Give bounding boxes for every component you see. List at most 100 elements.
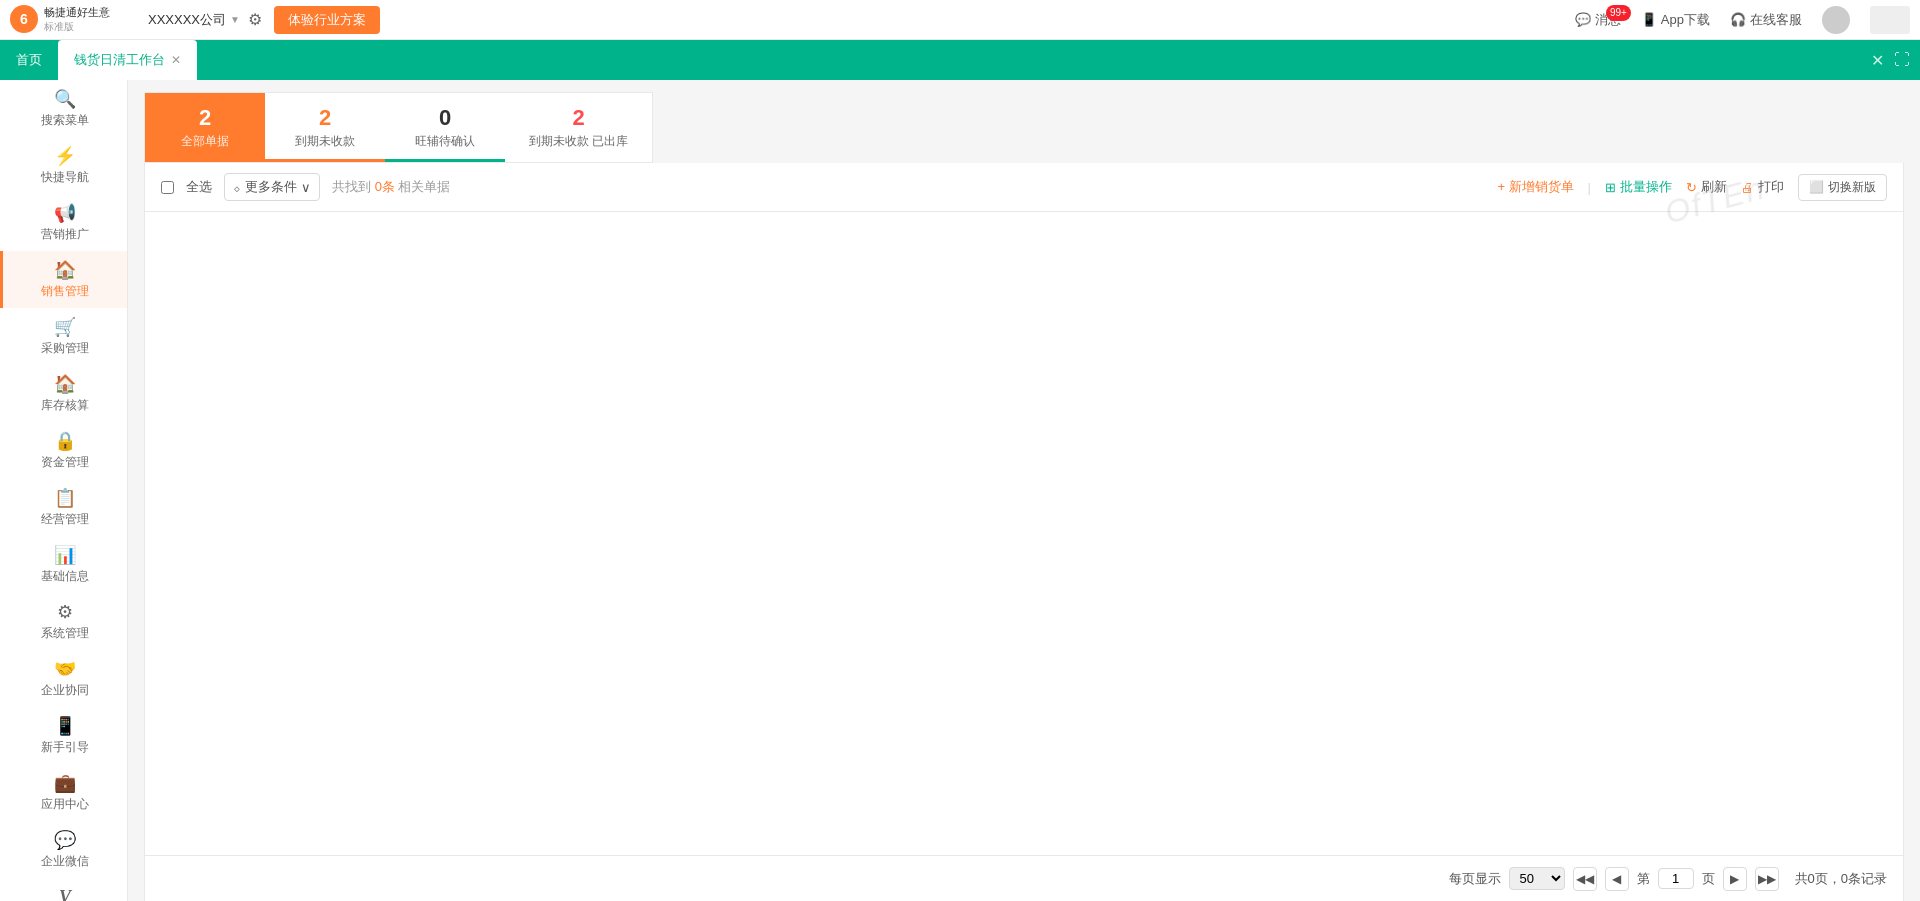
sidebar-item-finance[interactable]: 🔒 资金管理 bbox=[0, 422, 127, 479]
app-center-icon: 💼 bbox=[54, 774, 76, 792]
company-name: XXXXXX公司 bbox=[148, 11, 226, 29]
sidebar-item-search[interactable]: 🔍 搜索菜单 bbox=[0, 80, 127, 137]
filter-label: 更多条件 bbox=[245, 178, 297, 196]
basic-icon: 📊 bbox=[54, 546, 76, 564]
online-service-btn[interactable]: 🎧 在线客服 bbox=[1730, 11, 1802, 29]
sidebar-search-label: 搜索菜单 bbox=[41, 112, 89, 129]
message-btn[interactable]: 💬 消息 99+ bbox=[1575, 11, 1621, 29]
stat-overdue-label: 到期未收款 bbox=[289, 133, 361, 150]
total-records: 共0页，0条记录 bbox=[1795, 870, 1887, 888]
sidebar-app-center-label: 应用中心 bbox=[41, 796, 89, 813]
per-page-select[interactable]: 50 100 200 bbox=[1509, 867, 1565, 890]
tab-maximize-icon[interactable]: ⛶ bbox=[1894, 51, 1910, 69]
guide-icon: 📱 bbox=[54, 717, 76, 735]
page-input[interactable] bbox=[1658, 868, 1694, 889]
user-info[interactable] bbox=[1870, 6, 1910, 34]
settings-icon[interactable]: ⚙ bbox=[248, 10, 262, 29]
next-page-button[interactable]: ▶ bbox=[1723, 867, 1747, 891]
last-page-button[interactable]: ▶▶ bbox=[1755, 867, 1779, 891]
sidebar-item-member[interactable]: V 畅会员 bbox=[0, 878, 127, 901]
filter-button[interactable]: ⬦ 更多条件 ∨ bbox=[224, 173, 320, 201]
stat-tab-overdue-shipped[interactable]: 2 到期未收款 已出库 bbox=[505, 93, 652, 162]
app-download-label: App下载 bbox=[1661, 11, 1710, 29]
sidebar-item-app-center[interactable]: 💼 应用中心 bbox=[0, 764, 127, 821]
sidebar-item-enterprise[interactable]: 🤝 企业协同 bbox=[0, 650, 127, 707]
operation-icon: 📋 bbox=[54, 489, 76, 507]
tab-work[interactable]: 钱货日清工作台 ✕ bbox=[58, 40, 197, 80]
sidebar-guide-label: 新手引导 bbox=[41, 739, 89, 756]
toolbar-right: + 新增销货单 | ⊞ 批量操作 ↻ 刷新 🖨 打印 ⬜ 切换新版 bbox=[1497, 174, 1887, 201]
system-icon: ⚙ bbox=[57, 603, 73, 621]
batch-op-button[interactable]: ⊞ 批量操作 bbox=[1605, 178, 1672, 196]
sidebar-system-label: 系统管理 bbox=[41, 625, 89, 642]
sidebar-enterprise-label: 企业协同 bbox=[41, 682, 89, 699]
stat-all-num: 2 bbox=[169, 105, 241, 131]
tab-minimize-icon[interactable]: ✕ bbox=[1871, 51, 1884, 70]
app-logo-icon: 6 bbox=[10, 5, 38, 33]
message-badge: 99+ bbox=[1606, 5, 1631, 21]
tab-close-icon[interactable]: ✕ bbox=[171, 53, 181, 67]
page-suffix: 页 bbox=[1702, 870, 1715, 888]
page-label: 第 bbox=[1637, 870, 1650, 888]
sidebar-item-basic[interactable]: 📊 基础信息 bbox=[0, 536, 127, 593]
stat-overdue-shipped-label: 到期未收款 已出库 bbox=[529, 133, 628, 150]
tab-bar: 首页 钱货日清工作台 ✕ ✕ ⛶ bbox=[0, 40, 1920, 80]
new-sale-button[interactable]: + 新增销货单 bbox=[1497, 178, 1573, 196]
sidebar-item-weixin[interactable]: 💬 企业微信 bbox=[0, 821, 127, 878]
select-all-label: 全选 bbox=[186, 178, 212, 196]
sidebar-item-inventory[interactable]: 🏠 库存核算 bbox=[0, 365, 127, 422]
select-all-checkbox[interactable] bbox=[161, 181, 174, 194]
pagination: 每页显示 50 100 200 ◀◀ ◀ 第 页 ▶ ▶▶ 共0页，0条记录 bbox=[144, 855, 1904, 901]
print-button[interactable]: 🖨 打印 bbox=[1741, 178, 1784, 196]
stat-tab-overdue[interactable]: 2 到期未收款 bbox=[265, 93, 385, 162]
stat-overdue-underline bbox=[265, 159, 385, 162]
app-download-btn[interactable]: 📱 App下载 bbox=[1641, 11, 1710, 29]
quick-nav-icon: ⚡ bbox=[54, 147, 76, 165]
print-icon: 🖨 bbox=[1741, 180, 1754, 195]
sidebar-item-guide[interactable]: 📱 新手引导 bbox=[0, 707, 127, 764]
sidebar-item-marketing[interactable]: 📢 营销推广 bbox=[0, 194, 127, 251]
switch-new-button[interactable]: ⬜ 切换新版 bbox=[1798, 174, 1887, 201]
sidebar-basic-label: 基础信息 bbox=[41, 568, 89, 585]
table-area bbox=[144, 212, 1904, 855]
tab-bar-actions: ✕ ⛶ bbox=[1871, 51, 1920, 70]
enterprise-icon: 🤝 bbox=[54, 660, 76, 678]
avatar[interactable] bbox=[1822, 6, 1850, 34]
sidebar-item-system[interactable]: ⚙ 系统管理 bbox=[0, 593, 127, 650]
sidebar-item-operation[interactable]: 📋 经营管理 bbox=[0, 479, 127, 536]
content-area: 2 全部单据 2 到期未收款 0 旺辅待确认 2 到期未收款 已出库 bbox=[128, 80, 1920, 901]
filter-icon: ⬦ bbox=[233, 180, 241, 195]
download-icon: 📱 bbox=[1641, 12, 1657, 27]
first-page-button[interactable]: ◀◀ bbox=[1573, 867, 1597, 891]
tab-home[interactable]: 首页 bbox=[0, 40, 58, 80]
purchase-icon: 🛒 bbox=[54, 318, 76, 336]
online-service-label: 在线客服 bbox=[1750, 11, 1802, 29]
prev-page-button[interactable]: ◀ bbox=[1605, 867, 1629, 891]
top-header: 6 畅捷通好生意 标准版 XXXXXX公司 ▼ ⚙ 体验行业方案 💬 消息 99… bbox=[0, 0, 1920, 40]
switch-icon: ⬜ bbox=[1809, 180, 1824, 194]
search-icon: 🔍 bbox=[54, 90, 76, 108]
sidebar-item-purchase[interactable]: 🛒 采购管理 bbox=[0, 308, 127, 365]
sidebar-finance-label: 资金管理 bbox=[41, 454, 89, 471]
app-version: 标准版 bbox=[44, 20, 110, 34]
sidebar-weixin-label: 企业微信 bbox=[41, 853, 89, 870]
filter-chevron-icon: ∨ bbox=[301, 180, 311, 195]
sidebar-quick-nav-label: 快捷导航 bbox=[41, 169, 89, 186]
refresh-button[interactable]: ↻ 刷新 bbox=[1686, 178, 1727, 196]
finance-icon: 🔒 bbox=[54, 432, 76, 450]
refresh-icon: ↻ bbox=[1686, 180, 1697, 195]
sidebar-item-sales[interactable]: 🏠 销售管理 bbox=[0, 251, 127, 308]
found-count: 0条 bbox=[375, 179, 395, 194]
batch-icon: ⊞ bbox=[1605, 180, 1616, 195]
stat-tab-all[interactable]: 2 全部单据 bbox=[145, 93, 265, 162]
service-icon: 🎧 bbox=[1730, 12, 1746, 27]
sidebar-item-quick-nav[interactable]: ⚡ 快捷导航 bbox=[0, 137, 127, 194]
company-selector[interactable]: XXXXXX公司 ▼ bbox=[148, 11, 240, 29]
stat-tab-pending[interactable]: 0 旺辅待确认 bbox=[385, 93, 505, 162]
stat-pending-label: 旺辅待确认 bbox=[409, 133, 481, 150]
trial-button[interactable]: 体验行业方案 bbox=[274, 6, 380, 34]
stat-overdue-num: 2 bbox=[289, 105, 361, 131]
sales-icon: 🏠 bbox=[54, 261, 76, 279]
weixin-icon: 💬 bbox=[54, 831, 76, 849]
marketing-icon: 📢 bbox=[54, 204, 76, 222]
